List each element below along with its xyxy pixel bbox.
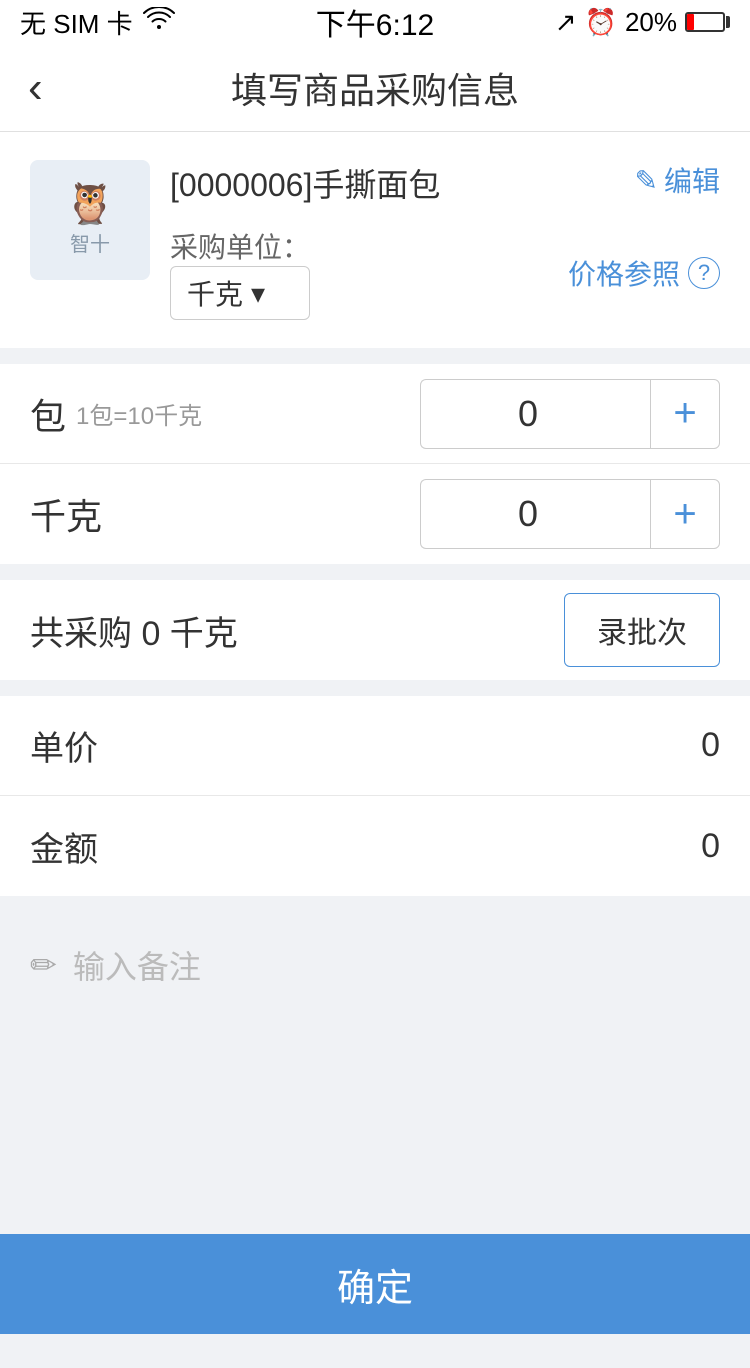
pencil-icon: ✏ <box>30 946 57 984</box>
summary-text: 共采购 0 千克 <box>30 606 238 655</box>
product-unit-row: 采购单位： 千克 ▾ 价格参照 ? <box>170 226 720 320</box>
section-divider-3 <box>0 680 750 696</box>
status-bar-left: 无 SIM 卡 <box>20 4 175 41</box>
number-input-bao: + <box>420 379 720 449</box>
product-thumb-text: 智十 <box>70 228 110 257</box>
input-label-kg: 千克 <box>30 488 102 540</box>
section-divider-2 <box>0 564 750 580</box>
number-input-kg: + <box>420 479 720 549</box>
edit-button[interactable]: ✎ 编辑 <box>635 160 720 200</box>
price-section: 单价 0 金额 0 <box>0 696 750 896</box>
price-row-unit: 单价 0 <box>0 696 750 796</box>
unit-label: 采购单位： <box>170 232 310 263</box>
product-thumbnail: 🦉 智十 <box>30 160 150 280</box>
unit-price-value: 0 <box>701 726 720 765</box>
product-header: [0000006]手撕面包 ✎ 编辑 <box>170 160 720 206</box>
wifi-icon <box>143 7 175 38</box>
section-divider-1 <box>0 348 750 364</box>
nav-bar: ‹ 填写商品采购信息 <box>0 44 750 132</box>
input-row-bao: 包 1包=10千克 + <box>0 364 750 464</box>
batch-record-button[interactable]: 录批次 <box>564 593 720 667</box>
price-row-amount: 金额 0 <box>0 796 750 896</box>
alarm-icon: ⏰ <box>585 7 617 38</box>
status-bar-right: ↗ ⏰ 20% <box>555 7 730 38</box>
status-bar-time: 下午6:12 <box>316 0 434 44</box>
chevron-down-icon: ▾ <box>251 277 265 310</box>
input-label-bao: 包 <box>30 388 66 440</box>
confirm-button[interactable]: 确定 <box>0 1234 750 1334</box>
product-card: 🦉 智十 [0000006]手撕面包 ✎ 编辑 采购单位： 千克 ▾ 价格参照 … <box>0 132 750 348</box>
product-name: [0000006]手撕面包 <box>170 160 440 206</box>
input-row-kg: 千克 + <box>0 464 750 564</box>
unit-label-wrap: 采购单位： 千克 ▾ <box>170 226 310 320</box>
section-divider-4 <box>0 896 750 912</box>
unit-value: 千克 <box>187 273 243 313</box>
price-ref-label: 价格参照 <box>568 253 680 293</box>
unit-price-label: 单价 <box>30 721 98 770</box>
location-icon: ↗ <box>555 7 577 38</box>
unit-select-dropdown[interactable]: 千克 ▾ <box>170 266 310 320</box>
carrier-label: 无 SIM 卡 <box>20 4 133 41</box>
edit-label: 编辑 <box>664 160 720 200</box>
bao-quantity-field[interactable] <box>420 379 650 449</box>
page-title: 填写商品采购信息 <box>231 62 519 114</box>
price-reference-button[interactable]: 价格参照 ? <box>568 253 720 293</box>
remark-section[interactable]: ✏ 输入备注 <box>0 912 750 1018</box>
edit-icon: ✎ <box>635 164 658 197</box>
amount-value: 0 <box>701 827 720 866</box>
summary-row: 共采购 0 千克 录批次 <box>0 580 750 680</box>
question-icon: ? <box>688 257 720 289</box>
kg-plus-button[interactable]: + <box>650 479 720 549</box>
status-bar: 无 SIM 卡 下午6:12 ↗ ⏰ 20% <box>0 0 750 44</box>
amount-label: 金额 <box>30 822 98 871</box>
product-thumb-owl: 🦉 <box>65 184 115 224</box>
remark-placeholder: 输入备注 <box>73 942 201 988</box>
back-button[interactable]: ‹ <box>28 66 43 110</box>
input-sub-bao: 1包=10千克 <box>76 396 202 431</box>
input-section: 包 1包=10千克 + 千克 + <box>0 364 750 564</box>
product-info: [0000006]手撕面包 ✎ 编辑 采购单位： 千克 ▾ 价格参照 ? <box>170 160 720 320</box>
battery-percent: 20% <box>625 7 677 38</box>
kg-quantity-field[interactable] <box>420 479 650 549</box>
battery-icon <box>685 12 730 32</box>
bao-plus-button[interactable]: + <box>650 379 720 449</box>
